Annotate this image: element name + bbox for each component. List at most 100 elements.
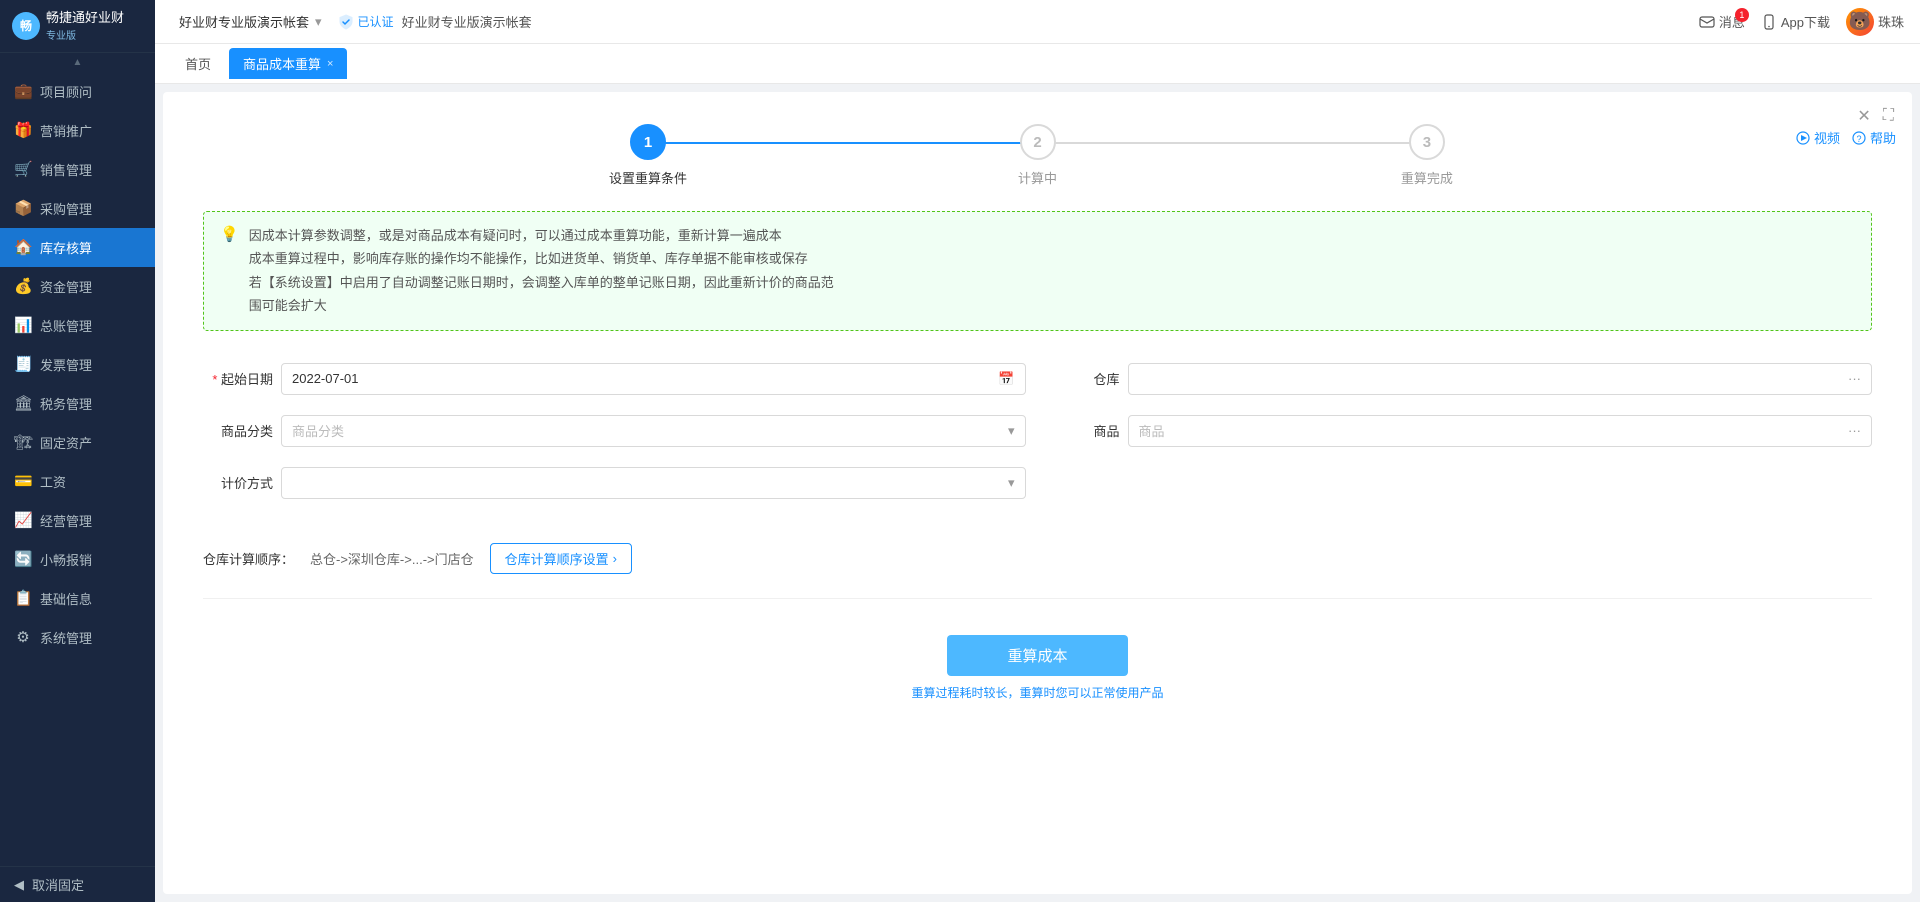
wizard-help: 视频 ? 帮助 [1796,128,1896,147]
account-name: 好业财专业版演示帐套 [179,12,309,31]
project-icon: 💼 [14,82,32,100]
start-date-input[interactable]: 2022-07-01 📅 [281,363,1026,395]
product-input[interactable]: 商品 ··· [1128,415,1873,447]
expense-icon: 🔄 [14,550,32,568]
sidebar-item-expense[interactable]: 🔄 小畅报销 [0,540,155,579]
accounting-icon: 📊 [14,316,32,334]
wizard-circle-1: 1 [630,124,666,160]
sidebar-item-inventory[interactable]: 🏠 库存核算 [0,228,155,267]
app-edition: 专业版 [46,27,124,42]
sidebar-nav: 💼 项目顾问 🎁 营销推广 🛒 销售管理 📦 采购管理 🏠 库存核算 💰 资金管… [0,72,155,866]
warehouse-order-value: 总仓->深圳仓库->...->门店仓 [310,549,474,568]
sidebar-item-tax[interactable]: 🏛 税务管理 [0,384,155,423]
product-label: 商品 [1050,421,1120,440]
content-area: ✕ ⛶ 1 设置重算条件 2 [163,92,1912,894]
sidebar-label-purchase: 采购管理 [40,199,92,218]
shield-icon [338,14,354,30]
wizard-circle-3: 3 [1409,124,1445,160]
sidebar-label-operations: 经营管理 [40,511,92,530]
help-link[interactable]: ? 帮助 [1852,128,1896,147]
sidebar-item-purchase[interactable]: 📦 采购管理 [0,189,155,228]
unpin-label: 取消固定 [32,875,84,894]
basic-info-icon: 📋 [14,589,32,607]
form-row-2: 商品分类 商品分类 ▾ 商品 商品 ··· [203,415,1872,447]
finance-icon: 💰 [14,277,32,295]
message-action[interactable]: 消息 1 [1699,12,1745,31]
sidebar-item-operations[interactable]: 📈 经营管理 [0,501,155,540]
warehouse-order-settings-button[interactable]: 仓库计算顺序设置 › [490,543,632,574]
app-download-action[interactable]: App下载 [1761,12,1830,31]
tab-home[interactable]: 首页 [171,48,225,79]
tab-cost-recalc[interactable]: 商品成本重算 × [229,48,347,79]
sidebar-item-sales[interactable]: 🛒 销售管理 [0,150,155,189]
form-row-3: 计价方式 ▾ [203,467,1872,499]
wizard-label-3: 重算完成 [1401,168,1453,187]
info-line-4: 围可能会扩大 [249,294,834,317]
tab-home-label: 首页 [185,54,211,73]
recalculate-button[interactable]: 重算成本 [947,635,1127,676]
category-select[interactable]: 商品分类 ▾ [281,415,1026,447]
form-group-category: 商品分类 商品分类 ▾ [203,415,1026,447]
sidebar-item-accounting[interactable]: 📊 总账管理 [0,306,155,345]
app-name: 畅捷通好业财 [46,10,124,27]
tab-bar: 首页 商品成本重算 × [155,44,1920,84]
sidebar-scroll-up[interactable]: ▲ [0,53,155,72]
tab-close-icon[interactable]: × [327,58,333,70]
account-selector[interactable]: 好业财专业版演示帐套 ▾ [171,8,330,35]
sidebar-label-expense: 小畅报销 [40,550,92,569]
verified-badge: 已认证 [338,13,394,30]
video-link[interactable]: 视频 [1796,128,1840,147]
sidebar-label-accounting: 总账管理 [40,316,92,335]
form-group-price-method: 计价方式 ▾ [203,467,1026,499]
info-icon: 💡 [220,225,239,318]
tax-icon: 🏛 [14,394,32,412]
warehouse-input[interactable]: ··· [1128,363,1873,395]
category-label: 商品分类 [203,421,273,440]
form-section: 起始日期 2022-07-01 📅 仓库 ··· 商品分 [163,355,1912,543]
user-menu[interactable]: 🐻 珠珠 [1846,8,1904,36]
sidebar-item-system[interactable]: ⚙ 系统管理 [0,618,155,657]
marketing-icon: 🎁 [14,121,32,139]
sidebar-item-basic-info[interactable]: 📋 基础信息 [0,579,155,618]
form-divider [203,598,1872,599]
account-display: 好业财专业版演示帐套 [402,12,532,31]
sidebar-label-salary: 工资 [40,472,66,491]
sidebar-item-marketing[interactable]: 🎁 营销推广 [0,111,155,150]
sidebar-item-fixed-assets[interactable]: 🏗 固定资产 [0,423,155,462]
wizard-step-list: 1 设置重算条件 2 计算中 3 [453,124,1621,187]
inventory-icon: 🏠 [14,238,32,256]
price-method-select[interactable]: ▾ [281,467,1026,499]
sidebar-item-finance[interactable]: 💰 资金管理 [0,267,155,306]
sidebar-pin-toggle[interactable]: ◀ 取消固定 [0,866,155,902]
submit-section: 重算成本 重算过程耗时较长，重算时您可以正常使用产品 [163,619,1912,717]
sidebar-label-invoice: 发票管理 [40,355,92,374]
wizard-circle-2: 2 [1020,124,1056,160]
sidebar: 畅 畅捷通好业财 专业版 ▲ 💼 项目顾问 🎁 营销推广 🛒 销售管理 📦 采购… [0,0,155,902]
wizard-step-2: 2 计算中 [843,124,1232,187]
sidebar-label-system: 系统管理 [40,628,92,647]
purchase-icon: 📦 [14,199,32,217]
wizard-step-3: 3 重算完成 [1232,124,1621,187]
sidebar-label-tax: 税务管理 [40,394,92,413]
start-date-value: 2022-07-01 [292,371,359,386]
app-download-label: App下载 [1781,12,1830,31]
sidebar-label-inventory: 库存核算 [40,238,92,257]
sidebar-item-project-consultant[interactable]: 💼 项目顾问 [0,72,155,111]
warehouse-order-arrow-icon: › [613,551,617,566]
category-dropdown-icon: ▾ [1008,423,1015,439]
fixed-assets-icon: 🏗 [14,433,32,451]
form-row-1: 起始日期 2022-07-01 📅 仓库 ··· [203,363,1872,395]
sidebar-item-invoice[interactable]: 🧾 发票管理 [0,345,155,384]
price-method-label: 计价方式 [203,473,273,492]
system-icon: ⚙ [14,628,32,646]
topbar: 好业财专业版演示帐套 ▾ 已认证 好业财专业版演示帐套 消息 1 [155,0,1920,44]
form-group-product: 商品 商品 ··· [1050,415,1873,447]
expand-window-button[interactable]: ⛶ [1881,105,1896,127]
product-dots-icon: ··· [1848,423,1861,438]
sidebar-item-salary[interactable]: 💳 工资 [0,462,155,501]
close-window-button[interactable]: ✕ [1855,104,1872,128]
notification-badge: 1 [1735,8,1749,22]
warehouse-label: 仓库 [1050,369,1120,388]
sales-icon: 🛒 [14,160,32,178]
warehouse-order-btn-label: 仓库计算顺序设置 [505,549,609,568]
